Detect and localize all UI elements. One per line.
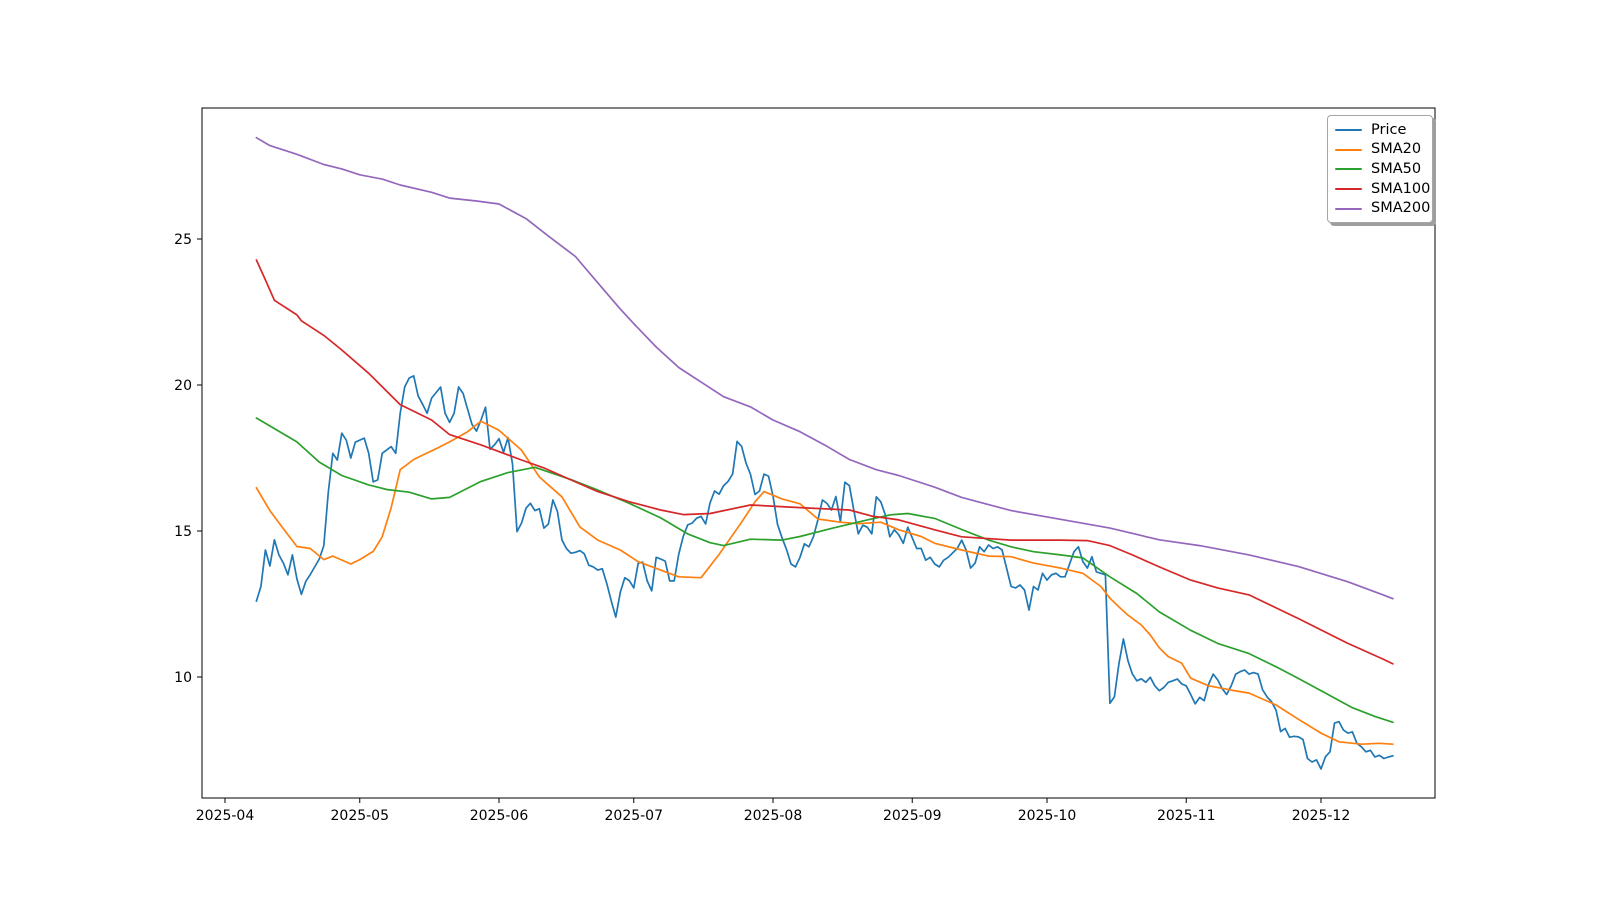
x-tick-label: 2025-04 [196,808,255,824]
legend-swatch-price [1335,128,1362,131]
y-tick-label: 25 [174,232,192,248]
legend-label: SMA20 [1371,141,1422,158]
x-tick-label: 2025-05 [331,808,390,824]
x-tick-label: 2025-07 [605,808,664,824]
y-tick-label: 20 [174,378,192,394]
legend-item-price: Price [1335,120,1426,140]
y-tick-label: 15 [174,524,192,540]
x-tick-label: 2025-11 [1157,808,1216,824]
x-tick-label: 2025-06 [470,808,529,824]
figure: 2025-04 2025-05 2025-06 2025-07 2025-08 2025-… [0,0,1600,900]
x-tick-label: 2025-08 [744,808,803,824]
legend-swatch-sma20 [1335,148,1362,151]
legend-label: SMA200 [1371,200,1431,217]
legend-swatch-sma50 [1335,168,1362,171]
legend-swatch-sma200 [1335,207,1362,210]
legend-label: SMA100 [1371,180,1431,197]
legend-label: Price [1371,121,1407,138]
legend: Price SMA20 SMA50 SMA100 SMA200 [1327,115,1433,224]
x-tick-label: 2025-10 [1018,808,1077,824]
x-tick-label: 2025-09 [883,808,942,824]
y-tick-label: 10 [174,670,192,686]
legend-item-sma200: SMA200 [1335,199,1430,219]
legend-label: SMA50 [1371,160,1422,177]
legend-item-sma100: SMA100 [1335,179,1430,199]
plot-border [201,107,1436,799]
legend-item-sma50: SMA50 [1335,159,1426,179]
x-tick-label: 2025-12 [1292,808,1351,824]
legend-item-sma20: SMA20 [1335,140,1426,160]
legend-swatch-sma100 [1335,187,1362,190]
